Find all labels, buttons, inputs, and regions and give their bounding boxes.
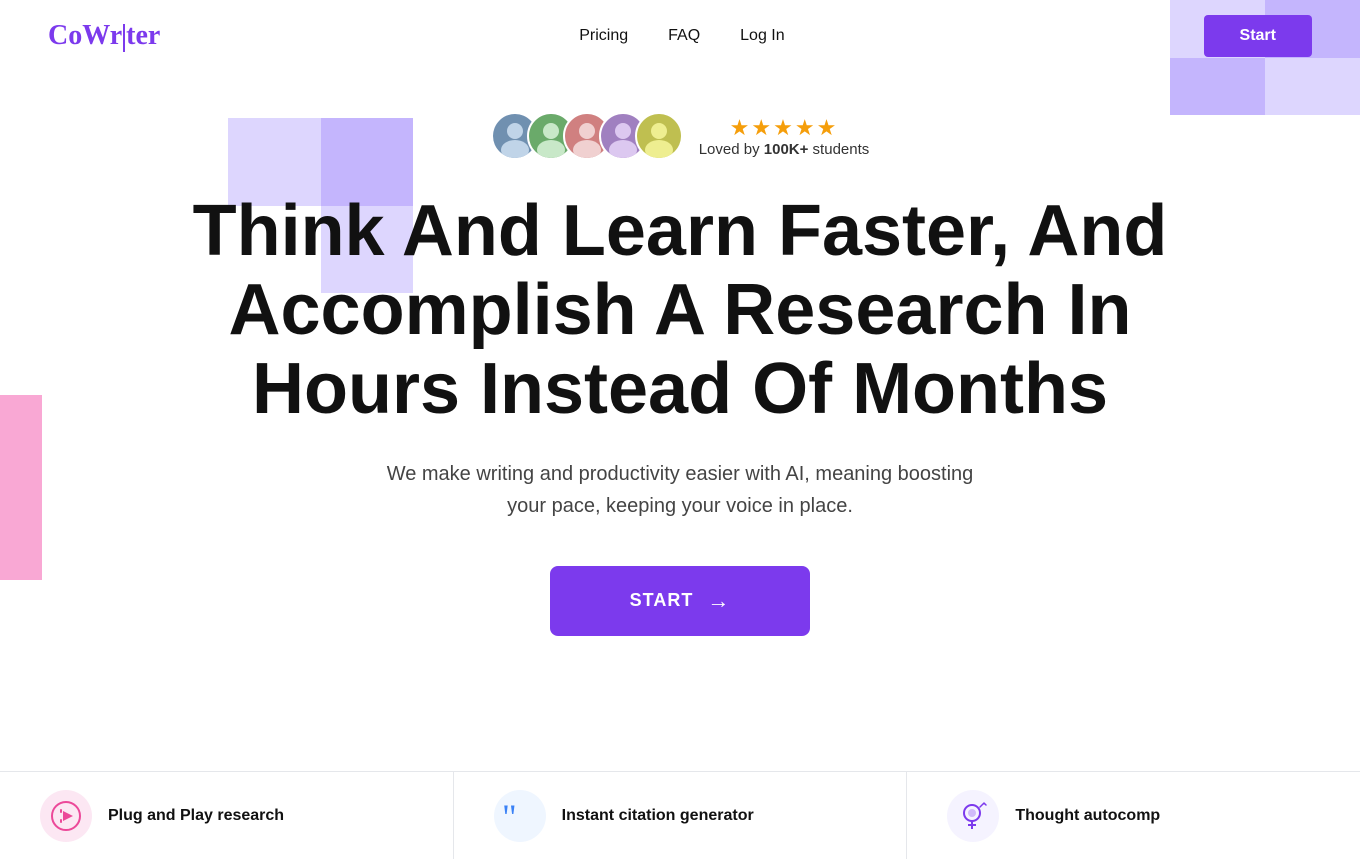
loved-text: Loved by 100K+ students	[699, 141, 870, 158]
feature-item-research: Plug and Play research	[0, 772, 454, 859]
avatar	[635, 112, 683, 160]
logo-text: CoWrter	[48, 20, 160, 52]
citation-icon: "	[494, 790, 546, 842]
cta-label: START	[630, 590, 694, 611]
feature-label-autocomplete: Thought autocomp	[1015, 807, 1160, 825]
logo[interactable]: CoWrter	[48, 20, 160, 52]
social-text: ★★★★★ Loved by 100K+ students	[699, 115, 870, 158]
nav-link-pricing[interactable]: Pricing	[579, 27, 628, 45]
nav-link-faq[interactable]: FAQ	[668, 27, 700, 45]
hero-section: ★★★★★ Loved by 100K+ students Think And …	[0, 72, 1360, 696]
nav-links: Pricing FAQ Log In	[579, 27, 784, 45]
svg-text:": "	[502, 801, 517, 831]
hero-headline: Think And Learn Faster, And Accomplish A…	[180, 192, 1180, 430]
cta-arrow-icon: →	[707, 588, 730, 614]
avatar-group	[491, 112, 683, 160]
feature-item-autocomplete: Thought autocomp	[907, 772, 1360, 859]
feature-label-citation: Instant citation generator	[562, 807, 754, 825]
autocomplete-icon	[947, 790, 999, 842]
feature-label-research: Plug and Play research	[108, 807, 284, 825]
feature-strip: Plug and Play research " Instant citatio…	[0, 771, 1360, 859]
nav-link-login[interactable]: Log In	[740, 27, 784, 45]
nav-start-button[interactable]: Start	[1204, 15, 1312, 57]
star-rating: ★★★★★	[699, 115, 870, 141]
hero-subtext: We make writing and productivity easier …	[370, 458, 990, 522]
social-proof: ★★★★★ Loved by 100K+ students	[491, 112, 870, 160]
navbar: CoWrter Pricing FAQ Log In Start	[0, 0, 1360, 72]
hero-cta-button[interactable]: START →	[550, 566, 811, 636]
feature-item-citation: " Instant citation generator	[454, 772, 908, 859]
research-icon	[40, 790, 92, 842]
